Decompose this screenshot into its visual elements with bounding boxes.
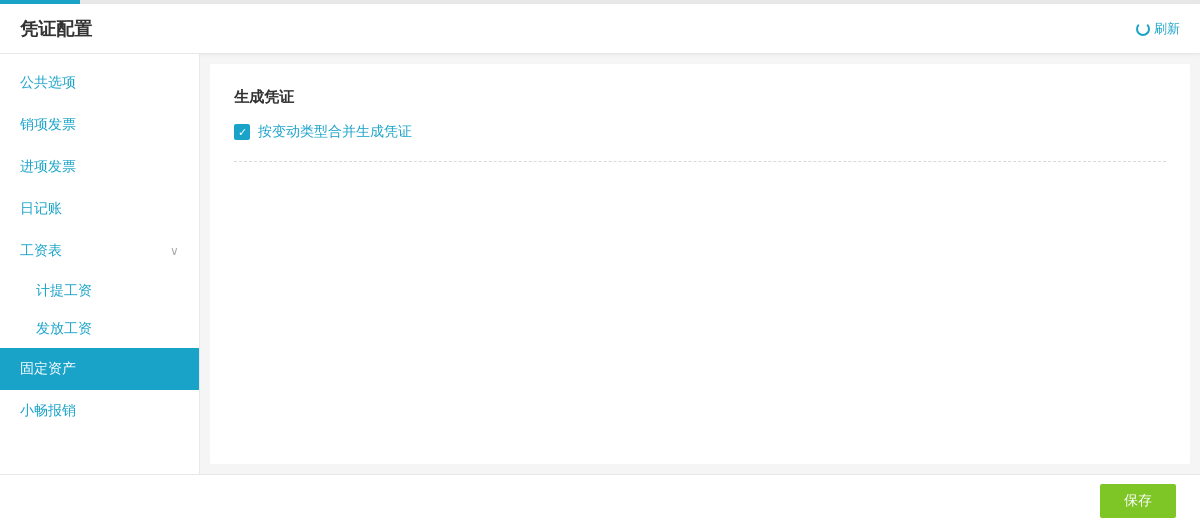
merge-checkbox[interactable]: ✓	[234, 124, 250, 140]
checkbox-row: ✓ 按变动类型合并生成凭证	[234, 123, 1166, 141]
page-wrapper: 凭证配置 刷新 公共选项 销项发票 进项发票 日记账 工资表 ∨	[0, 4, 1200, 522]
refresh-label: 刷新	[1154, 20, 1180, 38]
sidebar-item-label: 销项发票	[20, 116, 76, 134]
sidebar-item-label: 进项发票	[20, 158, 76, 176]
sidebar-item-label: 日记账	[20, 200, 62, 218]
footer: 保存	[0, 474, 1200, 522]
sidebar-item-journal[interactable]: 日记账	[0, 188, 199, 230]
checkbox-label[interactable]: 按变动类型合并生成凭证	[258, 123, 412, 141]
sidebar-item-issue-payroll[interactable]: 发放工资	[0, 310, 199, 348]
refresh-button[interactable]: 刷新	[1136, 20, 1180, 38]
sidebar-item-label: 计提工资	[36, 282, 92, 298]
chevron-down-icon: ∨	[170, 244, 179, 258]
refresh-icon	[1136, 22, 1150, 36]
sidebar-item-sales-invoice[interactable]: 销项发票	[0, 104, 199, 146]
body-layout: 公共选项 销项发票 进项发票 日记账 工资表 ∨ 计提工资 发放工资	[0, 54, 1200, 474]
section-divider	[234, 161, 1166, 162]
sidebar-item-purchase-invoice[interactable]: 进项发票	[0, 146, 199, 188]
sidebar-item-public-options[interactable]: 公共选项	[0, 62, 199, 104]
sidebar-item-payroll-table[interactable]: 工资表 ∨	[0, 230, 199, 272]
save-button[interactable]: 保存	[1100, 484, 1176, 518]
sidebar-item-label: 固定资产	[20, 360, 76, 378]
main-content: 生成凭证 ✓ 按变动类型合并生成凭证	[210, 64, 1190, 464]
sidebar-item-label: 工资表	[20, 242, 62, 260]
sidebar-item-fixed-assets[interactable]: 固定资产	[0, 348, 199, 390]
sidebar-item-calc-payroll[interactable]: 计提工资	[0, 272, 199, 310]
sidebar-item-expense-reimbursement[interactable]: 小畅报销	[0, 390, 199, 432]
sidebar-item-label: 发放工资	[36, 320, 92, 336]
sidebar-item-label: 小畅报销	[20, 402, 76, 420]
check-mark-icon: ✓	[238, 127, 247, 138]
page-title: 凭证配置	[20, 17, 92, 41]
sidebar: 公共选项 销项发票 进项发票 日记账 工资表 ∨ 计提工资 发放工资	[0, 54, 200, 474]
section-title: 生成凭证	[234, 88, 1166, 107]
sidebar-item-label: 公共选项	[20, 74, 76, 92]
header: 凭证配置 刷新	[0, 4, 1200, 54]
